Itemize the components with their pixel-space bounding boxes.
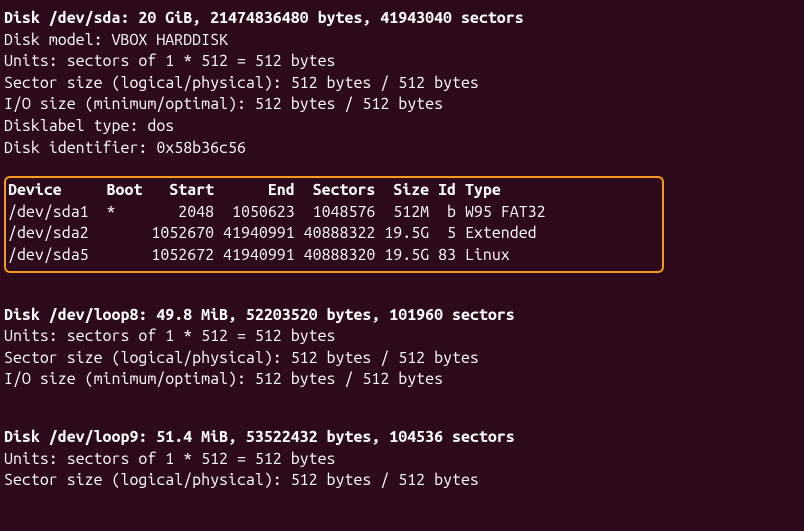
- disk-sda-units: Units: sectors of 1 * 512 = 512 bytes: [4, 51, 800, 73]
- disk-loop8-units: Units: sectors of 1 * 512 = 512 bytes: [4, 326, 800, 348]
- disk-loop9-header: Disk /dev/loop9: 51.4 MiB, 53522432 byte…: [4, 427, 800, 449]
- table-row: /dev/sda5 1052672 41940991 40888320 19.5…: [8, 245, 660, 267]
- disk-loop8-header: Disk /dev/loop8: 49.8 MiB, 52203520 byte…: [4, 305, 800, 327]
- disk-sda-model: Disk model: VBOX HARDDISK: [4, 30, 800, 52]
- partition-table-highlight: Device Boot Start End Sectors Size Id Ty…: [4, 176, 664, 272]
- table-row: /dev/sda1 * 2048 1050623 1048576 512M b …: [8, 202, 660, 224]
- disk-sda-label: Disklabel type: dos: [4, 116, 800, 138]
- disk-sda-sector: Sector size (logical/physical): 512 byte…: [4, 73, 800, 95]
- disk-loop8-sector: Sector size (logical/physical): 512 byte…: [4, 348, 800, 370]
- terminal-output: Disk /dev/sda: 20 GiB, 21474836480 bytes…: [4, 8, 800, 492]
- disk-sda-identifier: Disk identifier: 0x58b36c56: [4, 138, 800, 160]
- disk-loop9-units: Units: sectors of 1 * 512 = 512 bytes: [4, 449, 800, 471]
- disk-loop8-io: I/O size (minimum/optimal): 512 bytes / …: [4, 369, 800, 391]
- partition-header: Device Boot Start End Sectors Size Id Ty…: [8, 180, 660, 202]
- disk-loop9-sector: Sector size (logical/physical): 512 byte…: [4, 470, 800, 492]
- disk-sda-io: I/O size (minimum/optimal): 512 bytes / …: [4, 94, 800, 116]
- table-row: /dev/sda2 1052670 41940991 40888322 19.5…: [8, 223, 660, 245]
- disk-sda-header: Disk /dev/sda: 20 GiB, 21474836480 bytes…: [4, 8, 800, 30]
